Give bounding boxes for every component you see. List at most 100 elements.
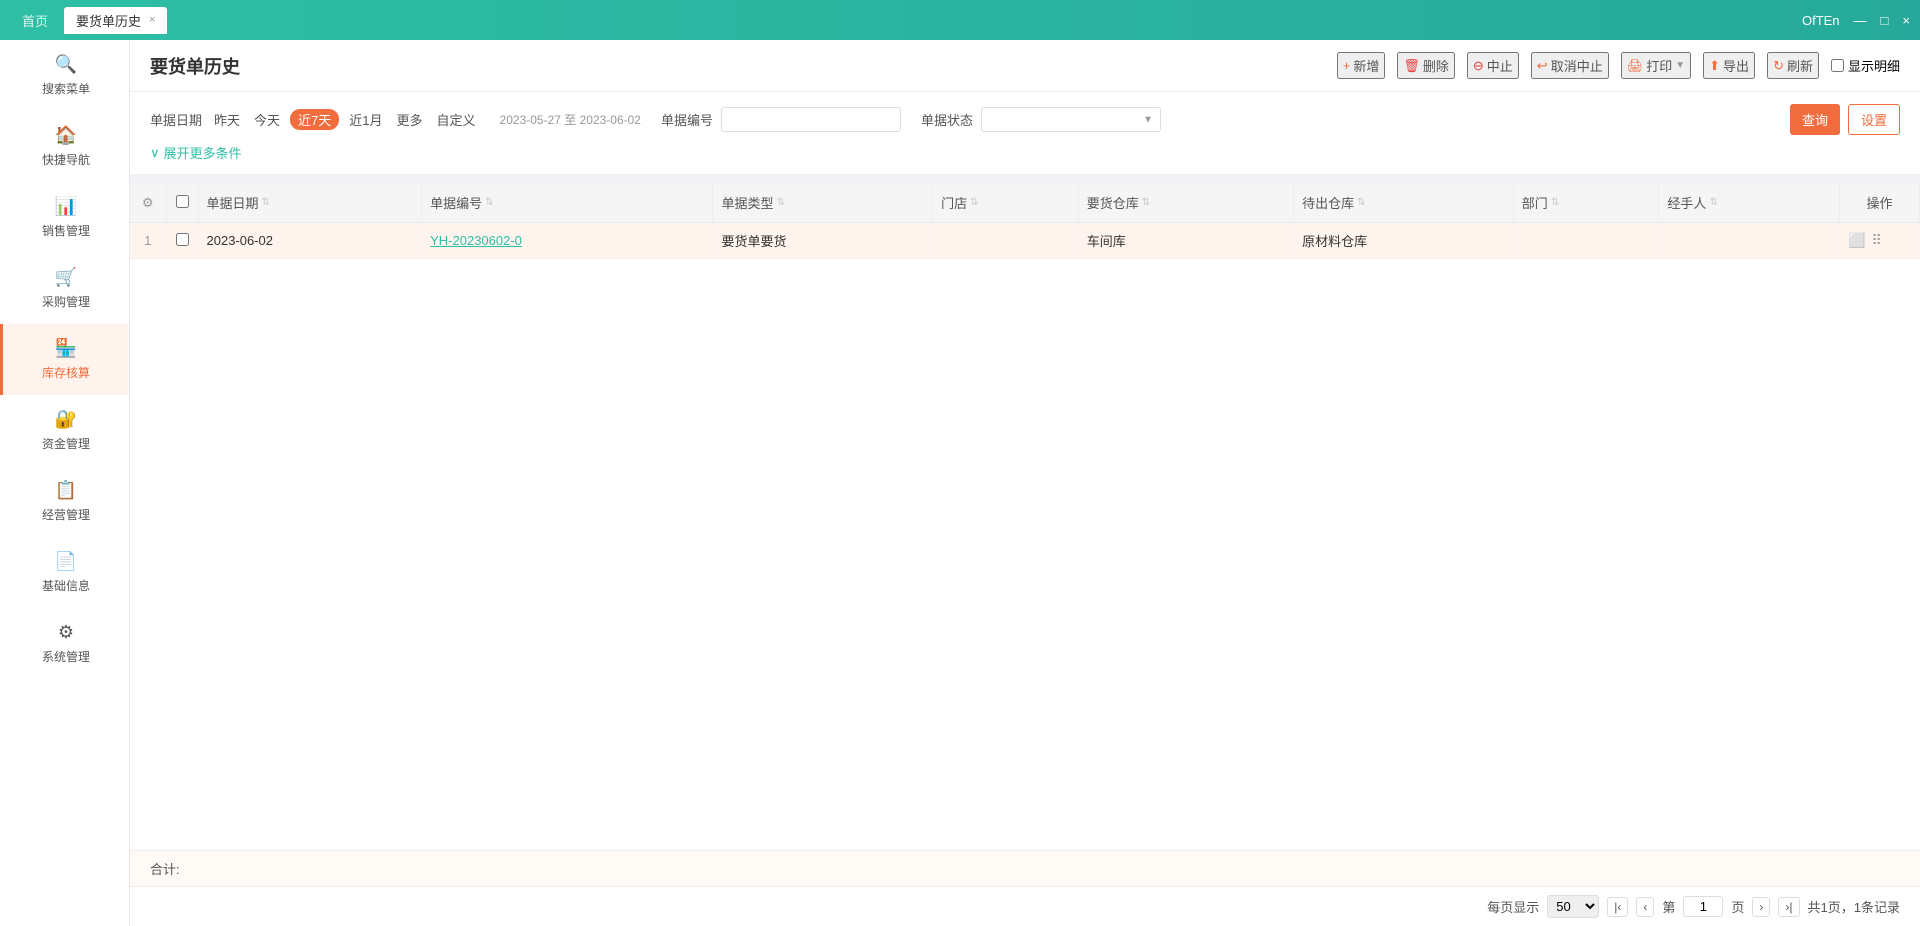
row-checkbox-cell [166, 223, 198, 259]
delete-button[interactable]: 🗑 删除 [1397, 52, 1455, 79]
stop-icon: ⊖ [1473, 58, 1484, 74]
col-handler[interactable]: 经手人 ⇅ [1659, 183, 1840, 223]
pagination-bar: 每页显示 50 10 20 100 |‹ ‹ 第 页 › ›| 共1页，1条记录 [130, 886, 1920, 926]
filter-row-main: 单据日期 昨天 今天 近7天 近1月 更多 自定义 2023-05-27 至 2… [150, 104, 1900, 135]
purchase-mgmt-icon: 🛒 [55, 267, 77, 288]
sidebar-item-sales-mgmt[interactable]: 📊 销售管理 [0, 182, 129, 253]
page-title: 要货单历史 [150, 53, 240, 79]
col-date[interactable]: 单据日期 ⇅ [198, 183, 422, 223]
row-handler [1659, 223, 1840, 259]
page-size-select[interactable]: 50 10 20 100 [1547, 895, 1599, 918]
sidebar-item-sales-mgmt-label: 销售管理 [42, 222, 90, 239]
prev-page-button[interactable]: ‹ [1636, 897, 1654, 917]
new-button[interactable]: + + 新增 新增 [1337, 52, 1386, 79]
col-settings[interactable]: ⚙ [130, 183, 166, 223]
first-page-button[interactable]: |‹ [1607, 897, 1628, 917]
col-type[interactable]: 单据类型 ⇅ [713, 183, 933, 223]
page-size-label: 每页显示 [1487, 897, 1539, 916]
print-dropdown-icon: ▼ [1675, 60, 1685, 71]
print-label: 打印 [1646, 56, 1672, 75]
sidebar-item-finance-mgmt[interactable]: 🔐 资金管理 [0, 395, 129, 466]
window-minimize-icon[interactable]: — [1854, 13, 1867, 28]
query-button[interactable]: 查询 [1790, 104, 1840, 135]
page-number-input[interactable] [1683, 896, 1723, 917]
display-details-checkbox[interactable] [1831, 59, 1844, 72]
delete-label: 删除 [1423, 56, 1449, 75]
delete-icon: 🗑 [1403, 58, 1420, 74]
bill-number-input[interactable] [721, 107, 901, 132]
row-number-link[interactable]: YH-20230602-0 [430, 233, 522, 248]
col-pending-warehouse[interactable]: 待出仓库 ⇅ [1294, 183, 1514, 223]
sort-date-icon: ⇅ [262, 197, 270, 208]
sidebar-item-inventory[interactable]: 🏪 库存核算 [0, 324, 129, 395]
shortcut-more[interactable]: 更多 [393, 109, 427, 130]
print-button[interactable]: 🖨 打印 ▼ [1621, 52, 1691, 79]
next-page-button[interactable]: › [1752, 897, 1770, 917]
expand-more-icon: ∨ [150, 145, 160, 161]
display-details-label: 显示明细 [1848, 56, 1900, 75]
col-department[interactable]: 部门 ⇅ [1513, 183, 1659, 223]
row-type: 要货单要货 [713, 223, 933, 259]
sidebar-item-operations-mgmt[interactable]: 📋 经营管理 [0, 466, 129, 537]
settings-button[interactable]: 设置 [1848, 104, 1900, 135]
refresh-button[interactable]: ↻ 刷新 [1767, 52, 1819, 79]
window-maximize-icon[interactable]: □ [1881, 13, 1889, 28]
finance-mgmt-icon: 🔐 [55, 409, 77, 430]
col-req-warehouse[interactable]: 要货仓库 ⇅ [1078, 183, 1293, 223]
shortcut-today[interactable]: 今天 [250, 109, 284, 130]
row-more-icon[interactable]: ⠿ [1871, 232, 1881, 249]
bill-status-select-wrapper [981, 107, 1161, 132]
expand-more-label: 展开更多条件 [164, 143, 242, 162]
tab-bar: 首页 要货单历史 × [10, 7, 167, 34]
tab-requisition-history[interactable]: 要货单历史 × [64, 7, 167, 34]
cancel-stop-button[interactable]: ↩ 取消中止 [1531, 52, 1609, 79]
row-pending-warehouse: 原材料仓库 [1294, 223, 1514, 259]
col-number[interactable]: 单据编号 ⇅ [422, 183, 713, 223]
sidebar-item-operations-mgmt-label: 经营管理 [42, 506, 90, 523]
shortcut-yesterday[interactable]: 昨天 [210, 109, 244, 130]
bill-status-label: 单据状态 [921, 110, 973, 129]
bill-status-filter-group: 单据状态 [921, 107, 1161, 132]
last-page-button[interactable]: ›| [1778, 897, 1799, 917]
header-actions: + + 新增 新增 🗑 删除 ⊖ 中止 ↩ 取消中止 🖨 [1337, 52, 1900, 79]
bill-status-select[interactable] [981, 107, 1161, 132]
tab-home[interactable]: 首页 [10, 7, 60, 34]
row-edit-icon[interactable]: ⬜ [1848, 232, 1865, 249]
sidebar-item-system-mgmt-label: 系统管理 [42, 648, 90, 665]
brand-label: OfTEn [1802, 13, 1840, 28]
date-shortcuts: 昨天 今天 近7天 近1月 更多 自定义 [210, 109, 480, 130]
sidebar-item-quick-nav[interactable]: 🏠 快捷导航 [0, 111, 129, 182]
row-number: YH-20230602-0 [422, 223, 713, 259]
expand-more-button[interactable]: ∨ 展开更多条件 [150, 143, 1900, 162]
filter-bar: 单据日期 昨天 今天 近7天 近1月 更多 自定义 2023-05-27 至 2… [130, 92, 1920, 175]
table-row: 1 2023-06-02 YH-20230602-0 要货单要货 车间库 原材料… [130, 223, 1920, 259]
shortcut-7days[interactable]: 近7天 [290, 109, 339, 130]
system-mgmt-icon: ⚙ [58, 622, 74, 643]
date-range-group: 2023-05-27 至 2023-06-02 [500, 111, 641, 128]
row-select-checkbox[interactable] [176, 233, 189, 246]
sidebar-item-basic-info[interactable]: 📄 基础信息 [0, 537, 129, 608]
tab-close-icon[interactable]: × [149, 14, 155, 26]
col-store[interactable]: 门店 ⇅ [933, 183, 1079, 223]
sort-pending-warehouse-icon: ⇅ [1357, 197, 1365, 208]
row-operations: ⬜ ⠿ [1840, 223, 1920, 259]
display-details-toggle[interactable]: 显示明细 [1831, 56, 1900, 75]
data-table: ⚙ 单据日期 ⇅ [130, 183, 1920, 259]
page-header: 要货单历史 + + 新增 新增 🗑 删除 ⊖ 中止 ↩ 取消中止 [130, 40, 1920, 92]
bill-number-filter-group: 单据编号 [661, 107, 901, 132]
sort-handler-icon: ⇅ [1709, 197, 1717, 208]
sidebar-item-purchase-mgmt[interactable]: 🛒 采购管理 [0, 253, 129, 324]
export-icon: ⬆ [1709, 58, 1720, 74]
shortcut-1month[interactable]: 近1月 [345, 109, 386, 130]
stop-button[interactable]: ⊖ 中止 [1467, 52, 1519, 79]
export-button[interactable]: ⬆ 导出 [1703, 52, 1755, 79]
sidebar-item-search-menu[interactable]: 🔍 搜索菜单 [0, 40, 129, 111]
select-all-checkbox[interactable] [176, 195, 189, 208]
inventory-icon: 🏪 [55, 338, 77, 359]
date-filter-label: 单据日期 [150, 110, 202, 129]
sidebar-item-system-mgmt[interactable]: ⚙ 系统管理 [0, 608, 129, 679]
main-layout: 🔍 搜索菜单 🏠 快捷导航 📊 销售管理 🛒 采购管理 🏪 库存核算 🔐 资金管… [0, 40, 1920, 926]
shortcut-custom[interactable]: 自定义 [433, 109, 480, 130]
window-close-icon[interactable]: × [1902, 13, 1910, 28]
content-area: 要货单历史 + + 新增 新增 🗑 删除 ⊖ 中止 ↩ 取消中止 [130, 40, 1920, 926]
